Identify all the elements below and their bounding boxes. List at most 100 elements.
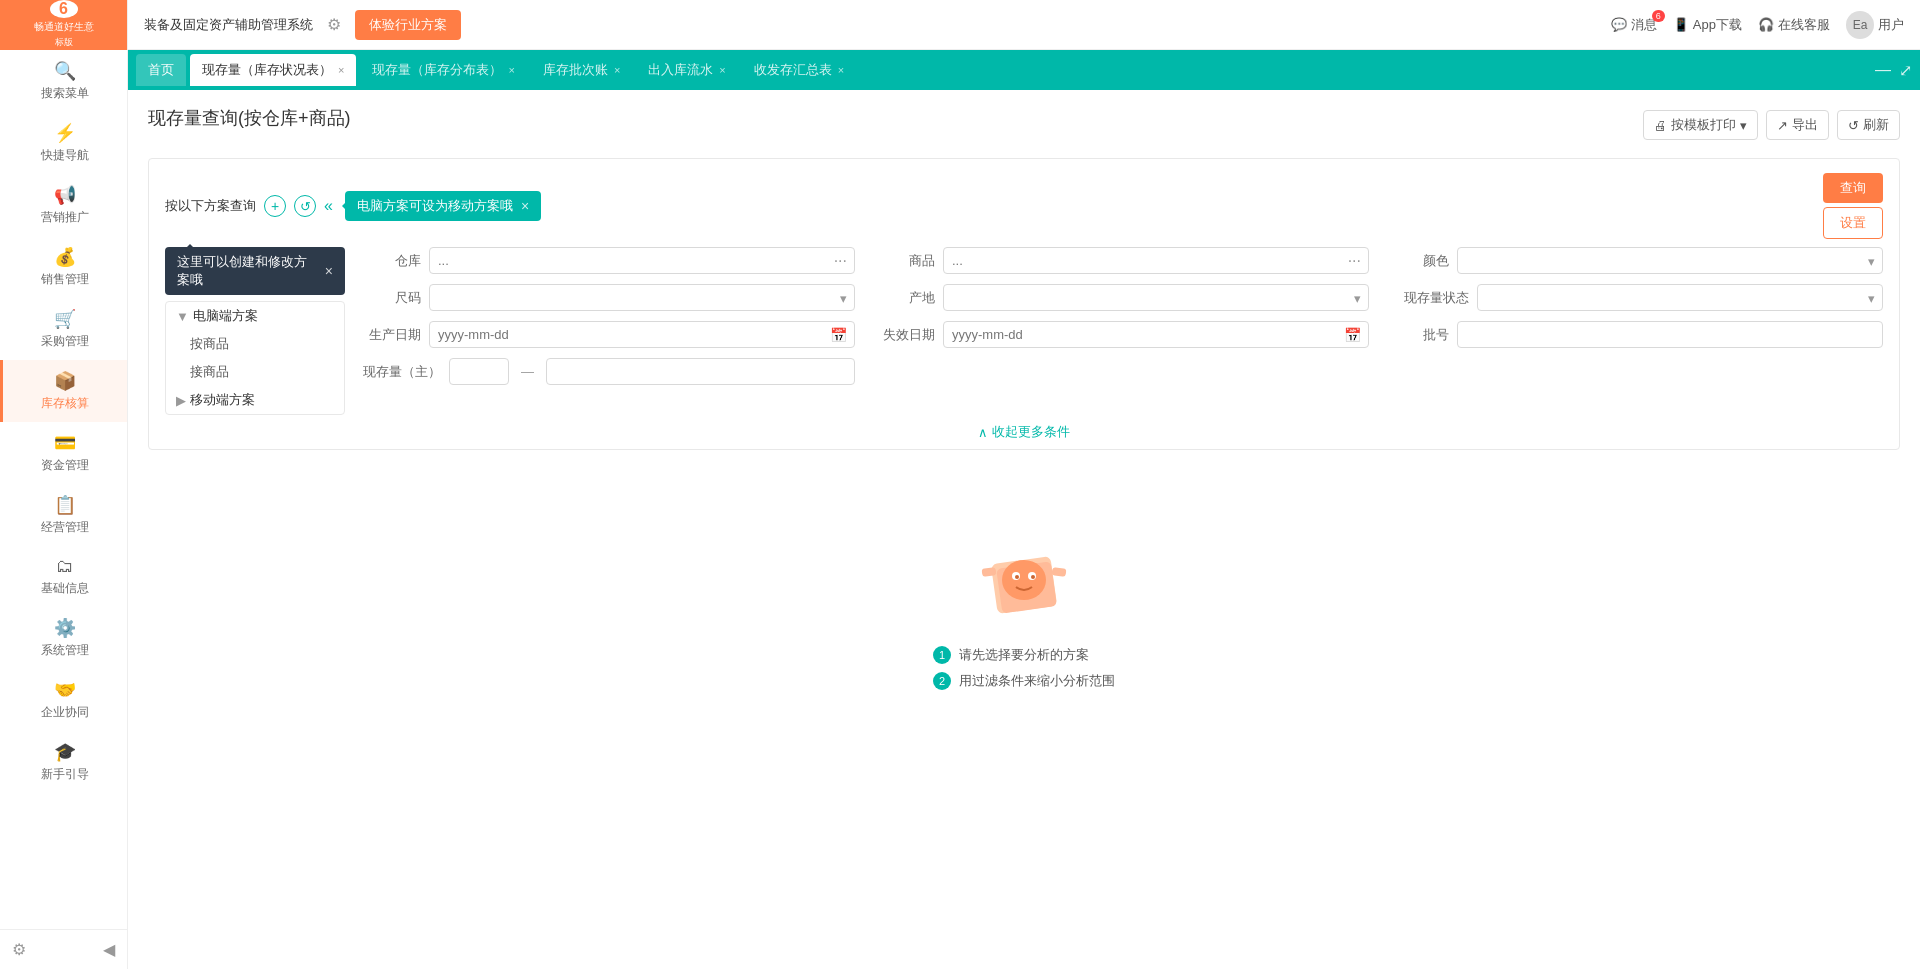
filter-refresh-button[interactable]: ↺ bbox=[294, 195, 316, 217]
filter-add-button[interactable]: + bbox=[264, 195, 286, 217]
collapse-label: 收起更多条件 bbox=[992, 423, 1070, 441]
sidebar-item-sales[interactable]: 💰 销售管理 bbox=[0, 236, 127, 298]
scheme-item-by-goods2[interactable]: 接商品 bbox=[166, 358, 344, 386]
tab-collect[interactable]: 收发存汇总表 × bbox=[742, 54, 856, 86]
setting-button[interactable]: 设置 bbox=[1823, 207, 1883, 239]
filter-origin: 产地 ▾ bbox=[875, 284, 1369, 311]
tip-num-2: 2 bbox=[933, 672, 951, 690]
logo-icon: 6 bbox=[50, 0, 78, 18]
user-area[interactable]: Ea 用户 bbox=[1846, 11, 1904, 39]
tab-fullscreen-icon[interactable]: ⤢ bbox=[1899, 61, 1912, 80]
svg-rect-8 bbox=[1052, 567, 1067, 577]
mobile-icon: 📱 bbox=[1673, 17, 1689, 32]
empty-tips: 1 请先选择要分析的方案 2 用过滤条件来缩小分析范围 bbox=[933, 646, 1115, 690]
collapse-icon[interactable]: ◀ bbox=[103, 940, 115, 959]
print-icon: 🖨 bbox=[1654, 118, 1667, 133]
topbar: 装备及固定资产辅助管理系统 ⚙ 体验行业方案 💬 消息 6 📱 App下载 🎧 … bbox=[128, 0, 1920, 50]
collapse-up-icon: ∧ bbox=[978, 425, 988, 440]
tooltip2-close[interactable]: × bbox=[325, 263, 333, 279]
sidebar-item-marketing[interactable]: 📢 营销推广 bbox=[0, 174, 127, 236]
topbar-right: 💬 消息 6 📱 App下载 🎧 在线客服 Ea 用户 bbox=[1611, 11, 1904, 39]
filter-goods: 商品 ··· bbox=[875, 247, 1369, 274]
arrow-down-icon: ▼ bbox=[176, 309, 189, 324]
produce-date-calendar-icon[interactable]: 📅 bbox=[830, 327, 847, 343]
tab-close-icon[interactable]: × bbox=[719, 64, 725, 76]
tab-batch[interactable]: 库存批次账 × bbox=[531, 54, 632, 86]
goods-input[interactable] bbox=[943, 247, 1369, 274]
empty-illustration bbox=[964, 530, 1084, 630]
size-label: 尺码 bbox=[361, 289, 421, 307]
experience-btn[interactable]: 体验行业方案 bbox=[355, 10, 461, 40]
sidebar-item-enterprise[interactable]: 🤝 企业协同 bbox=[0, 669, 127, 731]
main-area: 装备及固定资产辅助管理系统 ⚙ 体验行业方案 💬 消息 6 📱 App下载 🎧 … bbox=[128, 0, 1920, 969]
settings-icon[interactable]: ⚙ bbox=[12, 940, 26, 959]
tab-inventory-status[interactable]: 现存量（库存状况表） × bbox=[190, 54, 356, 86]
sidebar: 6 畅通道好生意 标版 🔍 搜索菜单 ⚡ 快捷导航 📢 营销推广 💰 销售管理 … bbox=[0, 0, 128, 969]
export-button[interactable]: ↗ 导出 bbox=[1766, 110, 1829, 140]
sidebar-item-label: 资金管理 bbox=[41, 457, 89, 474]
tooltip1-close[interactable]: × bbox=[521, 198, 529, 214]
online-support-button[interactable]: 🎧 在线客服 bbox=[1758, 16, 1830, 34]
refresh-button[interactable]: ↺ 刷新 bbox=[1837, 110, 1900, 140]
origin-select[interactable] bbox=[943, 284, 1369, 311]
sidebar-item-operation[interactable]: 📋 经营管理 bbox=[0, 484, 127, 546]
produce-date-label: 生产日期 bbox=[361, 326, 421, 344]
warehouse-input[interactable] bbox=[429, 247, 855, 274]
tab-close-icon[interactable]: × bbox=[838, 64, 844, 76]
finance-icon: 💳 bbox=[54, 432, 76, 454]
batch-no-input[interactable] bbox=[1457, 321, 1883, 348]
size-select[interactable] bbox=[429, 284, 855, 311]
sidebar-item-basic[interactable]: 🗂 基础信息 bbox=[0, 546, 127, 607]
sidebar-item-label: 库存核算 bbox=[41, 395, 89, 412]
scheme-pc-group[interactable]: ▼ 电脑端方案 bbox=[166, 302, 344, 330]
scheme-tooltip-2: 这里可以创建和修改方案哦 × bbox=[165, 247, 345, 295]
message-icon: 💬 bbox=[1611, 17, 1627, 32]
warehouse-dots-icon[interactable]: ··· bbox=[834, 252, 847, 270]
sidebar-item-system[interactable]: ⚙️ 系统管理 bbox=[0, 607, 127, 669]
goods-dots-icon[interactable]: ··· bbox=[1348, 252, 1361, 270]
tab-inventory-dist[interactable]: 现存量（库存分布表） × bbox=[360, 54, 526, 86]
operation-icon: 📋 bbox=[54, 494, 76, 516]
sidebar-item-search[interactable]: 🔍 搜索菜单 bbox=[0, 50, 127, 112]
stock-main-from-input[interactable] bbox=[449, 358, 509, 385]
tip-text-1: 请先选择要分析的方案 bbox=[959, 646, 1089, 664]
query-button[interactable]: 查询 bbox=[1823, 173, 1883, 203]
sidebar-item-purchase[interactable]: 🛒 采购管理 bbox=[0, 298, 127, 360]
page-title: 现存量查询(按仓库+商品) bbox=[148, 106, 351, 130]
tab-collect-label: 收发存汇总表 bbox=[754, 61, 832, 79]
tab-close-icon[interactable]: × bbox=[614, 64, 620, 76]
color-select[interactable] bbox=[1457, 247, 1883, 274]
brand-tag: 标版 bbox=[52, 35, 76, 50]
expire-date-calendar-icon[interactable]: 📅 bbox=[1344, 327, 1361, 343]
scheme-mobile-group[interactable]: ▶ 移动端方案 bbox=[166, 386, 344, 414]
tab-shrink-icon[interactable]: — bbox=[1875, 61, 1891, 79]
topbar-gear-icon[interactable]: ⚙ bbox=[327, 15, 341, 34]
refresh-icon: ↺ bbox=[1848, 118, 1859, 133]
filter-back-button[interactable]: « bbox=[324, 197, 333, 215]
sidebar-item-label: 销售管理 bbox=[41, 271, 89, 288]
tab-close-icon[interactable]: × bbox=[338, 64, 344, 76]
tab-close-icon[interactable]: × bbox=[508, 64, 514, 76]
online-support-label: 在线客服 bbox=[1778, 16, 1830, 34]
sidebar-nav: 🔍 搜索菜单 ⚡ 快捷导航 📢 营销推广 💰 销售管理 🛒 采购管理 📦 库存核… bbox=[0, 50, 127, 929]
basic-icon: 🗂 bbox=[56, 556, 74, 577]
sidebar-item-quick[interactable]: ⚡ 快捷导航 bbox=[0, 112, 127, 174]
tab-inout[interactable]: 出入库流水 × bbox=[636, 54, 737, 86]
sidebar-item-newguide[interactable]: 🎓 新手引导 bbox=[0, 731, 127, 793]
sidebar-item-finance[interactable]: 💳 资金管理 bbox=[0, 422, 127, 484]
scheme-item-by-goods[interactable]: 按商品 bbox=[166, 330, 344, 358]
sidebar-item-inventory[interactable]: 📦 库存核算 bbox=[0, 360, 127, 422]
brand-name: 畅通道好生意 bbox=[34, 20, 94, 34]
collapse-button[interactable]: ∧ 收起更多条件 bbox=[165, 415, 1883, 449]
expire-date-input[interactable] bbox=[943, 321, 1369, 348]
print-button[interactable]: 🖨 按模板打印 ▾ bbox=[1643, 110, 1758, 140]
app-download-button[interactable]: 📱 App下载 bbox=[1673, 16, 1742, 34]
message-button[interactable]: 💬 消息 6 bbox=[1611, 16, 1657, 34]
produce-date-input[interactable] bbox=[429, 321, 855, 348]
inv-status-select[interactable] bbox=[1477, 284, 1883, 311]
stock-main-to-input[interactable] bbox=[546, 358, 855, 385]
purchase-icon: 🛒 bbox=[54, 308, 76, 330]
tab-home[interactable]: 首页 bbox=[136, 54, 186, 86]
goods-label: 商品 bbox=[875, 252, 935, 270]
stock-main-label: 现存量（主） bbox=[361, 363, 441, 381]
